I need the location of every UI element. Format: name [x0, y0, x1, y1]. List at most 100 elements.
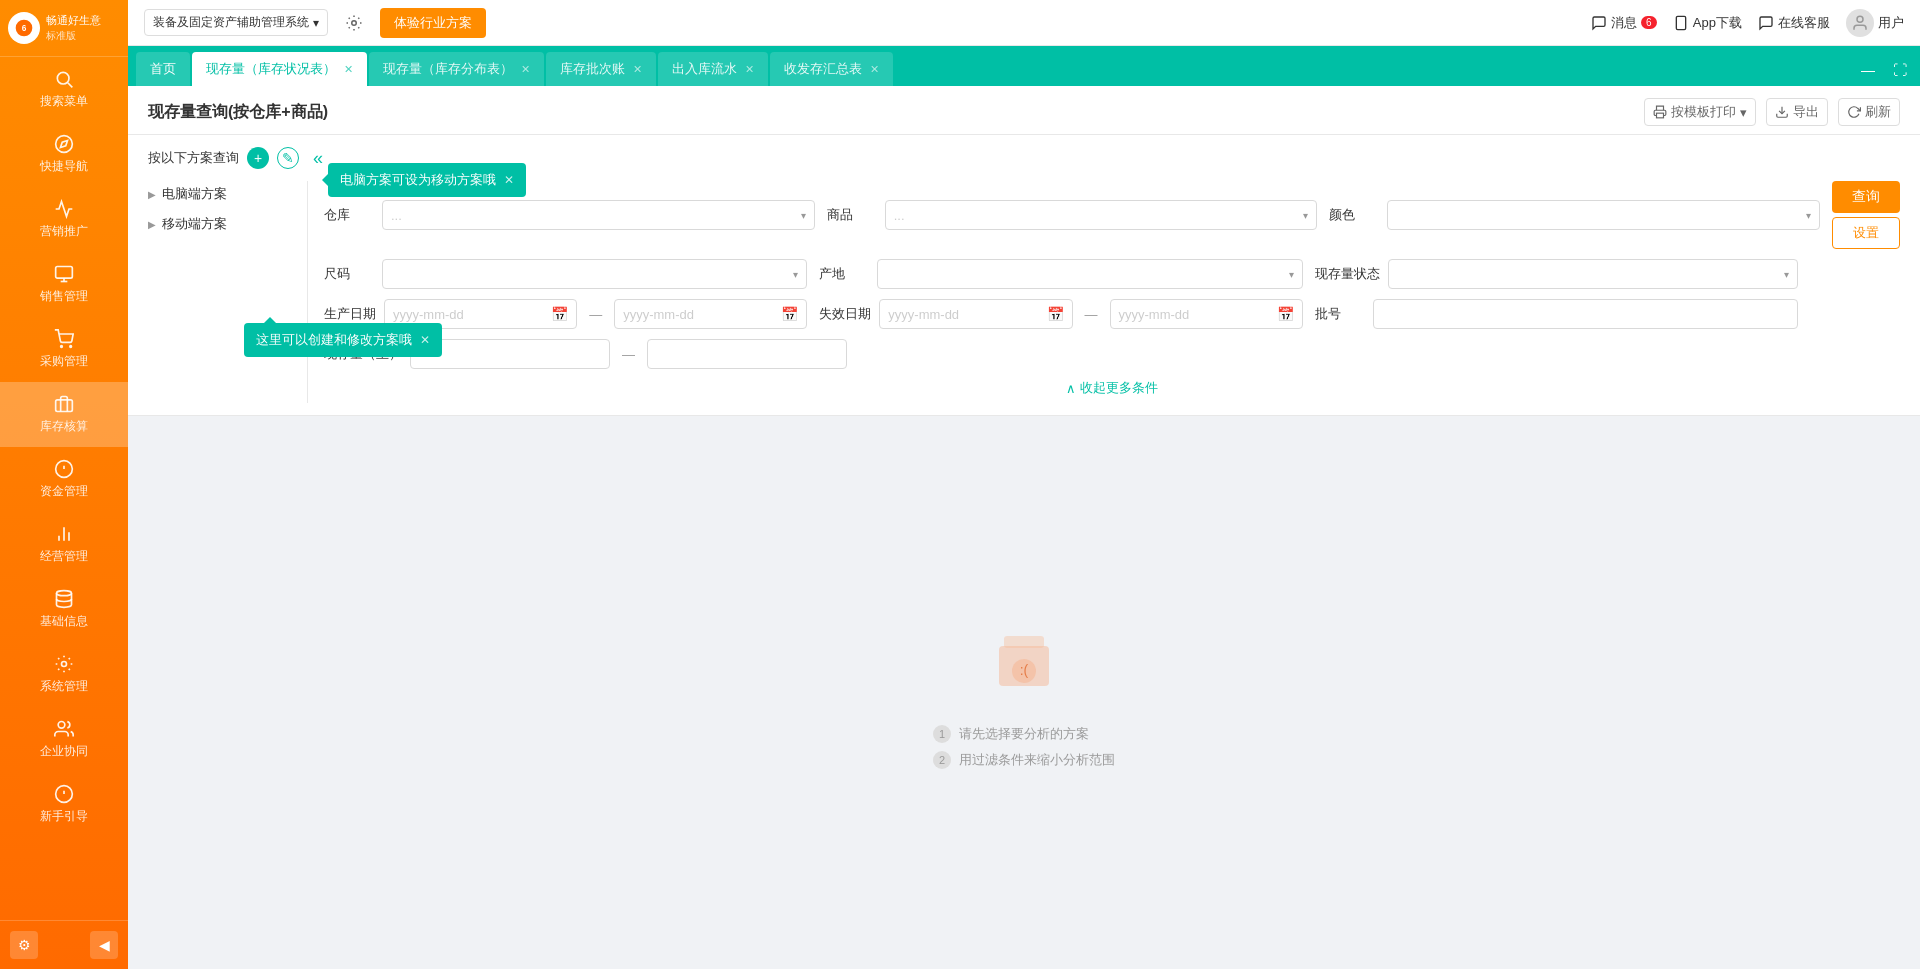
collapse-sidebar-btn[interactable]: ◀ — [90, 931, 118, 959]
tab-close-inventory-dist[interactable]: ✕ — [521, 63, 530, 76]
origin-dropdown-icon: ▾ — [1289, 269, 1294, 280]
empty-icon: :( — [979, 616, 1069, 709]
filter-body: ▶ 电脑端方案 ▶ 移动端方案 — [148, 181, 1900, 403]
print-btn[interactable]: 按模板打印 ▾ — [1644, 98, 1756, 126]
tip-num-2: 2 — [933, 751, 951, 769]
collapse-filter-btn[interactable]: ∧ 收起更多条件 — [324, 373, 1900, 403]
filter-label: 按以下方案查询 — [148, 149, 239, 167]
warehouse-select[interactable]: ... ▾ — [382, 200, 815, 230]
tip-text-2: 用过滤条件来缩小分析范围 — [959, 751, 1115, 769]
tab-actions: — ⛶ — [1856, 58, 1912, 86]
produce-date-end[interactable]: yyyy-mm-dd 📅 — [614, 299, 807, 329]
svg-rect-28 — [1657, 113, 1664, 118]
edit-scheme-btn[interactable]: ✎ — [277, 147, 299, 169]
sidebar-item-quick[interactable]: 快捷导航 — [0, 122, 128, 187]
sidebar-item-enterprise[interactable]: 企业协同 — [0, 707, 128, 772]
batch-input[interactable] — [1373, 299, 1798, 329]
user-area[interactable]: 用户 — [1846, 9, 1904, 37]
goods-dropdown-icon: ▾ — [1303, 210, 1308, 221]
expire-date-start[interactable]: yyyy-mm-dd 📅 — [879, 299, 1072, 329]
app-download-label: App下载 — [1693, 14, 1742, 32]
add-scheme-btn[interactable]: + — [247, 147, 269, 169]
logo-text: 畅通好生意 — [46, 13, 101, 28]
user-label: 用户 — [1878, 14, 1904, 32]
sidebar-item-finance[interactable]: 资金管理 — [0, 447, 128, 512]
origin-select[interactable]: ▾ — [877, 259, 1302, 289]
sidebar-item-system[interactable]: 系统管理 — [0, 642, 128, 707]
tab-close-in-out-flow[interactable]: ✕ — [745, 63, 754, 76]
arrow-icon: ▶ — [148, 189, 156, 200]
svg-text:6: 6 — [22, 23, 27, 33]
filter-row-3: 生产日期 yyyy-mm-dd 📅 — yyyy-mm-dd 📅 — [324, 299, 1900, 329]
tab-batch-account[interactable]: 库存批次账 ✕ — [546, 52, 656, 86]
content-area: 现存量查询(按仓库+商品) 按模板打印 ▾ 导出 刷新 — [128, 86, 1920, 969]
online-support-label: 在线客服 — [1778, 14, 1830, 32]
refresh-btn[interactable]: 刷新 — [1838, 98, 1900, 126]
sidebar: 6 畅通好生意 标准版 搜索菜单 快捷导航 营销推广 销售管理 采购管理 — [0, 0, 128, 969]
arrow-icon-2: ▶ — [148, 219, 156, 230]
scheme-group-desktop-header[interactable]: ▶ 电脑端方案 — [148, 181, 295, 207]
warehouse-dropdown-icon: ▾ — [801, 210, 806, 221]
goods-select[interactable]: ... ▾ — [885, 200, 1318, 230]
app-name-dropdown[interactable]: 装备及固定资产辅助管理系统 ▾ — [144, 9, 328, 36]
collapse-label: 收起更多条件 — [1080, 379, 1158, 397]
filter-field-origin: 产地 ▾ — [819, 259, 1302, 289]
tab-inventory-status[interactable]: 现存量（库存状况表） ✕ — [192, 52, 367, 86]
svg-point-19 — [62, 662, 67, 667]
filter-field-size: 尺码 ▾ — [324, 259, 807, 289]
tab-in-out-flow[interactable]: 出入库流水 ✕ — [658, 52, 768, 86]
app-download-btn[interactable]: App下载 — [1673, 14, 1742, 32]
empty-tip-1: 1 请先选择要分析的方案 — [933, 725, 1115, 743]
industry-btn[interactable]: 体验行业方案 — [380, 8, 486, 38]
tab-home[interactable]: 首页 — [136, 52, 190, 86]
msg-btn[interactable]: 消息 6 — [1591, 14, 1657, 32]
main-area: 装备及固定资产辅助管理系统 ▾ 体验行业方案 消息 6 App下载 在线客服 — [128, 0, 1920, 969]
print-dropdown-icon: ▾ — [1740, 105, 1747, 120]
svg-marker-5 — [60, 140, 67, 147]
filter-row-4: 现存量（主） — — [324, 339, 1900, 369]
tab-close-batch-account[interactable]: ✕ — [633, 63, 642, 76]
scheme-group-mobile-label: 移动端方案 — [162, 215, 227, 233]
sidebar-item-search[interactable]: 搜索菜单 — [0, 57, 128, 122]
sidebar-footer: ⚙ ◀ — [0, 920, 128, 969]
tab-maximize-btn[interactable]: ⛶ — [1888, 58, 1912, 82]
date-range-sep: — — [585, 307, 606, 322]
settings-footer-btn[interactable]: ⚙ — [10, 931, 38, 959]
filter-field-goods: 商品 ... ▾ — [827, 200, 1318, 230]
print-label: 按模板打印 — [1671, 103, 1736, 121]
sidebar-item-inventory[interactable]: 库存核算 — [0, 382, 128, 447]
tab-close-inventory-status[interactable]: ✕ — [344, 63, 353, 76]
tab-collect-summary[interactable]: 收发存汇总表 ✕ — [770, 52, 893, 86]
svg-point-20 — [58, 722, 65, 729]
back-btn[interactable]: « — [307, 147, 329, 169]
sidebar-item-guide[interactable]: 新手引导 — [0, 772, 128, 837]
tooltip-edit-close[interactable]: ✕ — [420, 333, 430, 347]
tab-close-collect-summary[interactable]: ✕ — [870, 63, 879, 76]
sidebar-item-sales[interactable]: 销售管理 — [0, 252, 128, 317]
export-btn[interactable]: 导出 — [1766, 98, 1828, 126]
sidebar-item-marketing[interactable]: 营销推广 — [0, 187, 128, 252]
topbar-settings-btn[interactable] — [340, 9, 368, 37]
expire-date-end[interactable]: yyyy-mm-dd 📅 — [1110, 299, 1303, 329]
scheme-tree: ▶ 电脑端方案 ▶ 移动端方案 — [148, 181, 308, 403]
search-btn-group: 查询 设置 — [1832, 181, 1900, 249]
sidebar-item-basic[interactable]: 基础信息 — [0, 577, 128, 642]
search-btn[interactable]: 查询 — [1832, 181, 1900, 213]
reset-btn[interactable]: 设置 — [1832, 217, 1900, 249]
logo-area: 6 畅通好生意 标准版 — [0, 0, 128, 57]
online-support-btn[interactable]: 在线客服 — [1758, 14, 1830, 32]
size-select[interactable]: ▾ — [382, 259, 807, 289]
tooltip-scheme-close[interactable]: ✕ — [504, 173, 514, 187]
filter-field-batch: 批号 — [1315, 299, 1798, 329]
tab-minimize-btn[interactable]: — — [1856, 58, 1880, 82]
color-select[interactable]: ▾ — [1387, 200, 1820, 230]
scheme-group-mobile-header[interactable]: ▶ 移动端方案 — [148, 211, 295, 237]
sidebar-item-operation[interactable]: 经营管理 — [0, 512, 128, 577]
produce-date-label: 生产日期 — [324, 305, 376, 323]
stock-qty-end[interactable] — [647, 339, 847, 369]
stock-status-select[interactable]: ▾ — [1388, 259, 1798, 289]
sidebar-item-purchase[interactable]: 采购管理 — [0, 317, 128, 382]
stock-status-dropdown-icon: ▾ — [1784, 269, 1789, 280]
filter-area: 按以下方案查询 + ✎ « ▶ 电脑端方案 — [128, 135, 1920, 416]
tab-inventory-dist[interactable]: 现存量（库存分布表） ✕ — [369, 52, 544, 86]
